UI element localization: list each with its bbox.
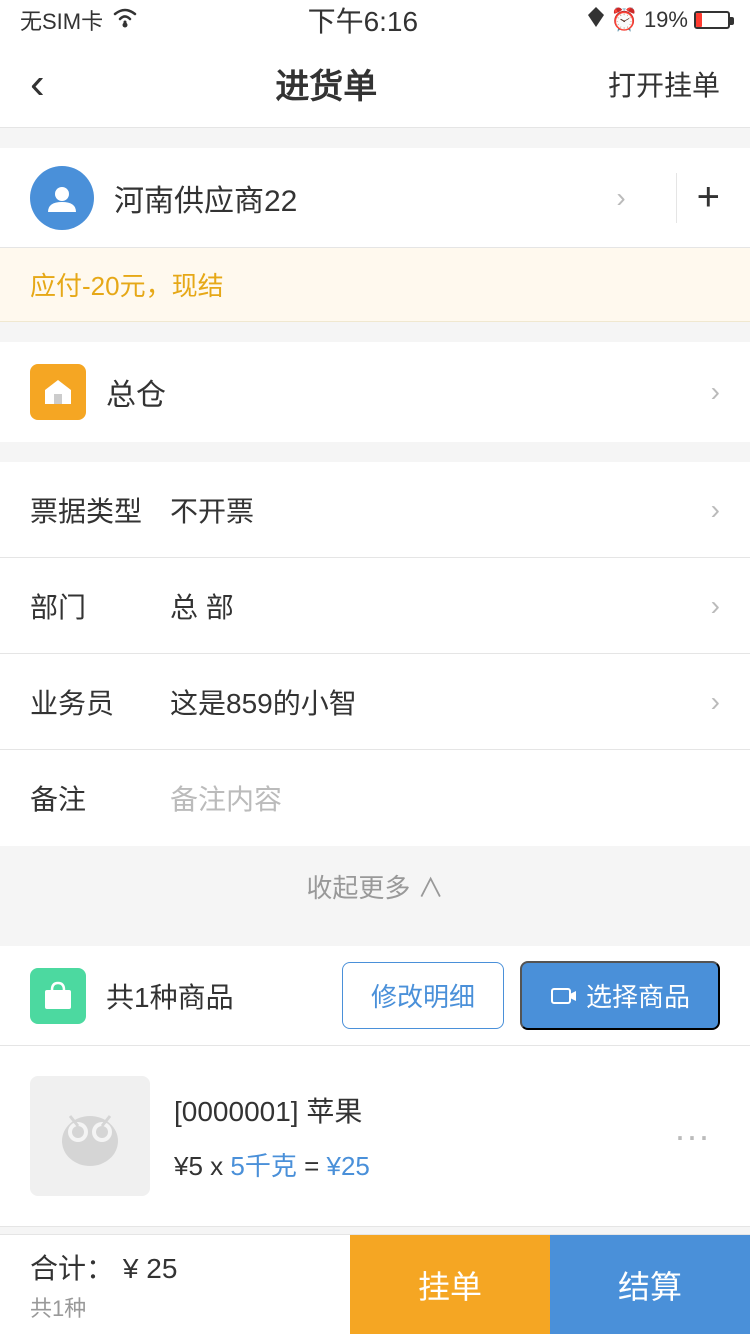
status-right: ⏰ 19%	[587, 6, 730, 34]
edit-detail-button[interactable]: 修改明细	[342, 962, 504, 1029]
wifi-icon	[111, 6, 139, 34]
product-qty: 5千克	[230, 1151, 296, 1181]
dept-row[interactable]: 部门 总 部 ›	[0, 558, 750, 654]
dept-chevron-icon: ›	[711, 590, 720, 622]
nav-bar: ‹ 进货单 打开挂单	[0, 40, 750, 128]
location-icon	[587, 6, 605, 34]
warehouse-chevron-icon: ›	[711, 376, 720, 408]
product-title: 苹果	[306, 1096, 362, 1127]
remark-label: 备注	[30, 778, 150, 818]
supplier-alert: 应付-20元，现结	[0, 248, 750, 322]
salesman-label: 业务员	[30, 682, 150, 722]
supplier-chevron-icon: ›	[616, 182, 625, 214]
supplier-name: 河南供应商22	[114, 176, 616, 220]
product-info: [0000001] 苹果 ¥5 x 5千克 = ¥25	[174, 1090, 664, 1183]
products-count: 共1种商品	[106, 976, 342, 1016]
invoice-label: 票据类型	[30, 490, 150, 530]
warehouse-icon	[30, 364, 86, 420]
remark-value[interactable]: 备注内容	[150, 778, 720, 818]
invoice-chevron-icon: ›	[711, 494, 720, 526]
battery-icon	[694, 11, 730, 29]
carrier-label: 无SIM卡	[20, 4, 103, 36]
warehouse-name: 总仓	[106, 370, 711, 414]
remark-row[interactable]: 备注 备注内容	[0, 750, 750, 846]
product-equals: =	[304, 1151, 326, 1181]
products-icon	[30, 968, 86, 1024]
status-left: 无SIM卡	[20, 4, 139, 36]
salesman-value: 这是859的小智	[150, 682, 711, 722]
total-amount: 合计： ¥ 25	[30, 1247, 320, 1287]
total-section: 合计： ¥ 25 共1种	[0, 1247, 350, 1323]
total-value: ¥ 25	[123, 1253, 178, 1284]
product-id: [0000001]	[174, 1096, 299, 1127]
checkout-button[interactable]: 结算	[550, 1235, 750, 1334]
product-total: ¥25	[327, 1151, 370, 1181]
collapse-row[interactable]: 收起更多 ∧	[0, 846, 750, 926]
product-multiply: x	[210, 1151, 230, 1181]
invoice-value: 不开票	[150, 490, 711, 530]
supplier-avatar	[30, 166, 94, 230]
battery-percent: 19%	[644, 7, 688, 33]
supplier-row[interactable]: 河南供应商22 › +	[0, 148, 750, 248]
add-supplier-button[interactable]: +	[697, 175, 720, 220]
supplier-section: 河南供应商22 › + 应付-20元，现结	[0, 148, 750, 322]
status-time: 下午6:16	[308, 0, 419, 40]
dept-label: 部门	[30, 586, 150, 626]
form-section: 票据类型 不开票 › 部门 总 部 › 业务员 这是859的小智 › 备注 备注…	[0, 462, 750, 846]
warehouse-row[interactable]: 总仓 ›	[0, 342, 750, 442]
total-count: 共1种	[30, 1291, 320, 1323]
product-item: [0000001] 苹果 ¥5 x 5千克 = ¥25 ···	[0, 1046, 750, 1227]
product-more-button[interactable]: ···	[664, 1105, 720, 1167]
product-thumbnail	[30, 1076, 150, 1196]
salesman-chevron-icon: ›	[711, 686, 720, 718]
products-header: 共1种商品 修改明细 选择商品	[0, 946, 750, 1046]
alarm-icon: ⏰	[611, 7, 638, 33]
back-button[interactable]: ‹	[30, 59, 45, 109]
salesman-row[interactable]: 业务员 这是859的小智 ›	[0, 654, 750, 750]
select-product-label: 选择商品	[586, 977, 690, 1014]
page-title: 进货单	[275, 59, 377, 108]
open-hang-button[interactable]: 打开挂单	[608, 64, 720, 104]
product-unit-price: ¥5	[174, 1151, 203, 1181]
status-bar: 无SIM卡 下午6:16 ⏰ 19%	[0, 0, 750, 40]
supplier-divider	[676, 173, 677, 223]
select-product-button[interactable]: 选择商品	[520, 961, 720, 1030]
collapse-label: 收起更多 ∧	[306, 868, 443, 905]
hang-button[interactable]: 挂单	[350, 1235, 550, 1334]
warehouse-section: 总仓 ›	[0, 342, 750, 442]
total-label: 合计：	[30, 1253, 114, 1284]
dept-value: 总 部	[150, 586, 711, 626]
bottom-bar: 合计： ¥ 25 共1种 挂单 结算	[0, 1234, 750, 1334]
product-name: [0000001] 苹果	[174, 1090, 664, 1130]
invoice-row[interactable]: 票据类型 不开票 ›	[0, 462, 750, 558]
product-price: ¥5 x 5千克 = ¥25	[174, 1146, 664, 1183]
